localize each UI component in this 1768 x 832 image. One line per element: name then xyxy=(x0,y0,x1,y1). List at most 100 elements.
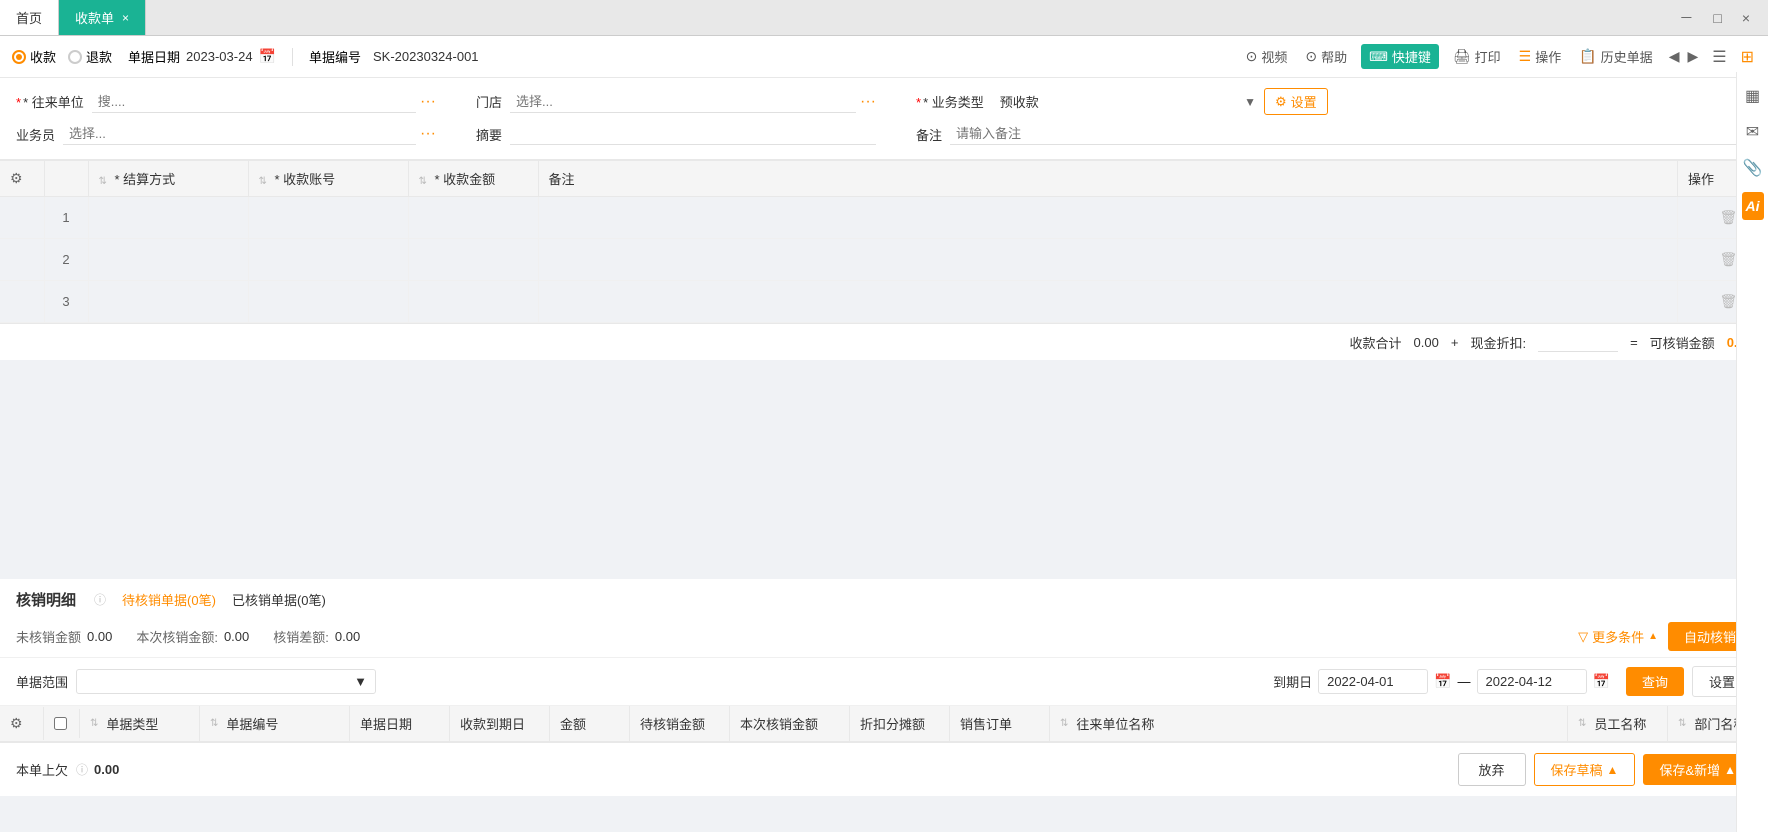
radio-refund[interactable]: 退款 xyxy=(68,47,112,66)
rth-docdate: 单据日期 xyxy=(350,706,450,741)
td-settlement-3[interactable] xyxy=(88,281,248,323)
stat-diff: 核销差额: 0.00 xyxy=(273,627,360,646)
sort-doctype[interactable]: ⇅ xyxy=(90,718,98,729)
store-more-icon[interactable]: ··· xyxy=(860,93,876,111)
td-settlement-1[interactable] xyxy=(88,197,248,239)
td-remark-1[interactable] xyxy=(538,197,1678,239)
prev-arrow[interactable]: ◀ xyxy=(1667,46,1682,67)
rth-gear-icon[interactable]: ⚙ xyxy=(10,715,23,732)
data-table: ⚙ ⇅ * 结算方式 ⇅ * 收款账号 ⇅ * 收 xyxy=(0,160,1768,323)
shortcut-icon: ⌨ xyxy=(1369,49,1388,65)
table-gear-icon[interactable]: ⚙ xyxy=(10,170,23,186)
store-label: 门店 xyxy=(476,92,502,111)
tab-receipt[interactable]: 收款单 × xyxy=(59,0,146,35)
abandon-btn[interactable]: 放弃 xyxy=(1458,753,1526,786)
radio-receipt-label: 收款 xyxy=(30,47,56,66)
sort-docno[interactable]: ⇅ xyxy=(210,718,218,729)
range-select[interactable]: ▼ xyxy=(76,669,376,694)
td-amount-1[interactable] xyxy=(408,197,538,239)
sidebar-ai-icon[interactable]: Ai xyxy=(1742,192,1764,220)
sort-icon-account[interactable]: ⇅ xyxy=(259,176,267,187)
history-icon: 📋 xyxy=(1579,48,1596,65)
tab-close-icon[interactable]: × xyxy=(122,11,129,25)
staff-more-icon[interactable]: ··· xyxy=(420,125,436,143)
staff-input[interactable] xyxy=(63,123,416,145)
rth-docno: ⇅ 单据编号 xyxy=(200,706,350,741)
main-content: 收款 退款 单据日期 2023-03-24 📅 单据编号 SK-20230324… xyxy=(0,36,1768,796)
print-btn[interactable]: 🖨 打印 xyxy=(1449,45,1505,68)
sidebar-clip-icon[interactable]: 📎 xyxy=(1739,152,1767,184)
td-account-3[interactable] xyxy=(248,281,408,323)
page-footer: 本单上欠 ⓘ 0.00 放弃 保存草稿 ▲ 保存&新增 ▲ xyxy=(0,742,1768,796)
save-new-arrow-icon: ▲ xyxy=(1724,763,1736,777)
discount-input[interactable] xyxy=(1538,332,1618,352)
footer-info-icon[interactable]: ⓘ xyxy=(76,761,88,778)
tab-bar: 首页 收款单 × － □ × xyxy=(0,0,1768,36)
code-value[interactable]: SK-20230324-001 xyxy=(373,49,479,64)
store-input[interactable] xyxy=(510,91,856,113)
layout-list-icon[interactable]: ☰ xyxy=(1710,45,1728,69)
done-count: 0 xyxy=(301,593,308,608)
history-btn[interactable]: 📋 历史单据 xyxy=(1575,45,1656,68)
rth-settings[interactable]: ⚙ xyxy=(0,707,44,740)
video-btn[interactable]: ⊙ 视频 xyxy=(1242,45,1292,68)
sort-icon-settlement[interactable]: ⇅ xyxy=(99,176,107,187)
settings-btn[interactable]: ⚙ 设置 xyxy=(1264,88,1328,115)
td-amount-2[interactable] xyxy=(408,239,538,281)
date-from-input[interactable] xyxy=(1318,669,1428,694)
td-account-2[interactable] xyxy=(248,239,408,281)
date-from-calendar-icon[interactable]: 📅 xyxy=(1434,673,1451,690)
rth-current: 本次核销金额 xyxy=(730,706,850,741)
date-to-calendar-icon[interactable]: 📅 xyxy=(1593,673,1610,690)
td-remark-3[interactable] xyxy=(538,281,1678,323)
counterparty-input[interactable] xyxy=(92,91,416,113)
sort-icon-amount[interactable]: ⇅ xyxy=(419,176,427,187)
next-arrow[interactable]: ▶ xyxy=(1685,46,1700,67)
sort-staff[interactable]: ⇅ xyxy=(1578,718,1586,729)
select-all-checkbox[interactable] xyxy=(54,717,67,730)
th-settings[interactable]: ⚙ xyxy=(0,161,44,197)
td-amount-3[interactable] xyxy=(408,281,538,323)
layout-grid-icon[interactable]: ⊞ xyxy=(1739,45,1756,69)
staff-field: 业务员 ··· xyxy=(16,123,436,145)
summary-field: 摘要 xyxy=(476,123,876,145)
delete-icon-2[interactable]: 🗑 xyxy=(1719,251,1737,268)
calendar-icon[interactable]: 📅 xyxy=(259,48,276,65)
print-icon: 🖨 xyxy=(1453,48,1471,65)
reconcile-info-icon[interactable]: ⓘ xyxy=(94,591,106,608)
pending-tab[interactable]: 待核销单据(0笔) xyxy=(122,590,216,609)
td-settlement-2[interactable] xyxy=(88,239,248,281)
td-account-1[interactable] xyxy=(248,197,408,239)
delete-icon-3[interactable]: 🗑 xyxy=(1719,293,1737,310)
rth-checkbox[interactable] xyxy=(44,709,80,738)
help-btn[interactable]: ⊙ 帮助 xyxy=(1301,45,1351,68)
sort-dept[interactable]: ⇅ xyxy=(1678,718,1686,729)
save-draft-btn[interactable]: 保存草稿 ▲ xyxy=(1534,753,1636,786)
radio-receipt[interactable]: 收款 xyxy=(12,47,56,66)
sidebar-mail-icon[interactable]: ✉ xyxy=(1742,116,1763,148)
td-remark-2[interactable] xyxy=(538,239,1678,281)
counterparty-more-icon[interactable]: ··· xyxy=(420,93,436,111)
win-close-btn[interactable]: × xyxy=(1736,8,1756,28)
win-maximize-btn[interactable]: □ xyxy=(1707,8,1727,28)
pending-count: 0 xyxy=(191,593,198,608)
biztype-dropdown-icon[interactable]: ▼ xyxy=(1244,95,1256,109)
tab-home[interactable]: 首页 xyxy=(0,0,59,35)
shortcut-btn[interactable]: ⌨ 快捷键 xyxy=(1361,44,1439,69)
win-minimize-btn[interactable]: － xyxy=(1673,6,1699,30)
counterparty-field: ** 往来单位 ··· xyxy=(16,91,436,113)
stat-unverified: 未核销金额 0.00 xyxy=(16,627,112,646)
sidebar-table-icon[interactable]: ▦ xyxy=(1741,80,1764,112)
remark-input[interactable] xyxy=(950,123,1752,145)
query-btn[interactable]: 查询 xyxy=(1626,667,1684,696)
done-tab[interactable]: 已核销单据(0笔) xyxy=(232,590,326,609)
more-conditions-btn[interactable]: ▽ 更多条件 ▲ xyxy=(1578,627,1658,646)
rth-doctype: ⇅ 单据类型 xyxy=(80,706,200,741)
date-to-input[interactable] xyxy=(1477,669,1587,694)
date-value[interactable]: 2023-03-24 xyxy=(186,49,253,64)
delete-icon-1[interactable]: 🗑 xyxy=(1719,209,1737,226)
operate-btn[interactable]: ☰ 操作 xyxy=(1515,45,1566,68)
sort-counterparty[interactable]: ⇅ xyxy=(1060,718,1068,729)
video-icon: ⊙ xyxy=(1246,48,1258,65)
summary-input[interactable] xyxy=(510,123,876,145)
